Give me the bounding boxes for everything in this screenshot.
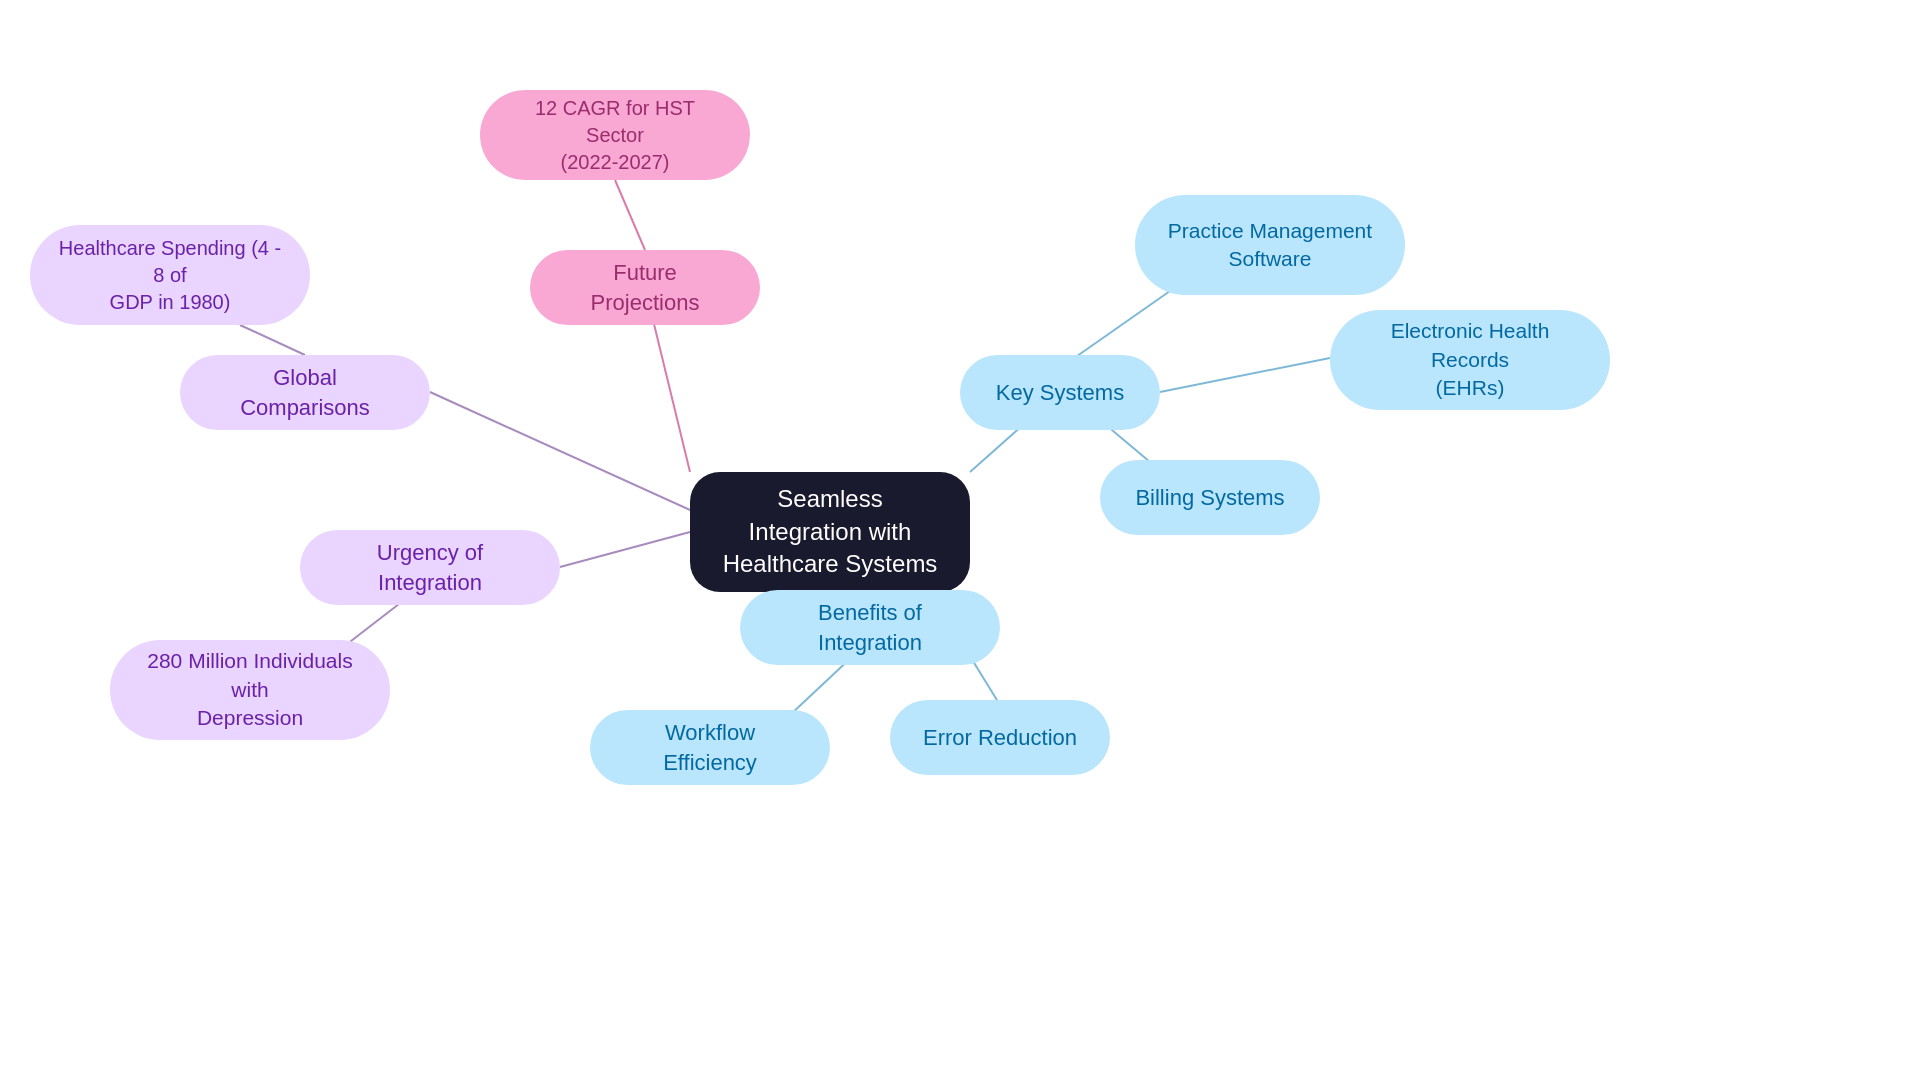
svg-line-6	[1160, 358, 1330, 392]
svg-line-1	[615, 180, 645, 250]
practice-management-node: Practice Management Software	[1135, 195, 1405, 295]
billing-systems-label: Billing Systems	[1135, 483, 1284, 513]
healthcare-spending-label: Healthcare Spending (4 - 8 of GDP in 198…	[58, 235, 282, 316]
svg-line-2	[430, 392, 690, 510]
global-comparisons-node: Global Comparisons	[180, 355, 430, 430]
ehr-label: Electronic Health Records (EHRs)	[1358, 317, 1582, 402]
future-projections-label: Future Projections	[558, 258, 732, 317]
error-reduction-label: Error Reduction	[923, 723, 1077, 753]
benefits-node: Benefits of Integration	[740, 590, 1000, 665]
billing-systems-node: Billing Systems	[1100, 460, 1320, 535]
ehr-node: Electronic Health Records (EHRs)	[1330, 310, 1610, 410]
key-systems-node: Key Systems	[960, 355, 1160, 430]
global-comparisons-label: Global Comparisons	[208, 363, 402, 422]
cagr-node: 12 CAGR for HST Sector (2022-2027)	[480, 90, 750, 180]
urgency-label: Urgency of Integration	[328, 538, 532, 597]
svg-line-8	[560, 532, 690, 567]
future-projections-node: Future Projections	[530, 250, 760, 325]
svg-line-3	[240, 325, 305, 355]
benefits-label: Benefits of Integration	[768, 598, 972, 657]
depression-node: 280 Million Individuals with Depression	[110, 640, 390, 740]
key-systems-label: Key Systems	[996, 378, 1124, 408]
practice-management-label: Practice Management Software	[1168, 217, 1372, 274]
center-label: Seamless Integration with Healthcare Sys…	[720, 483, 940, 580]
workflow-label: Workflow Efficiency	[618, 718, 802, 777]
error-reduction-node: Error Reduction	[890, 700, 1110, 775]
healthcare-spending-node: Healthcare Spending (4 - 8 of GDP in 198…	[30, 225, 310, 325]
urgency-node: Urgency of Integration	[300, 530, 560, 605]
cagr-label: 12 CAGR for HST Sector (2022-2027)	[508, 95, 722, 176]
workflow-node: Workflow Efficiency	[590, 710, 830, 785]
depression-label: 280 Million Individuals with Depression	[138, 647, 362, 732]
center-node: Seamless Integration with Healthcare Sys…	[690, 472, 970, 592]
